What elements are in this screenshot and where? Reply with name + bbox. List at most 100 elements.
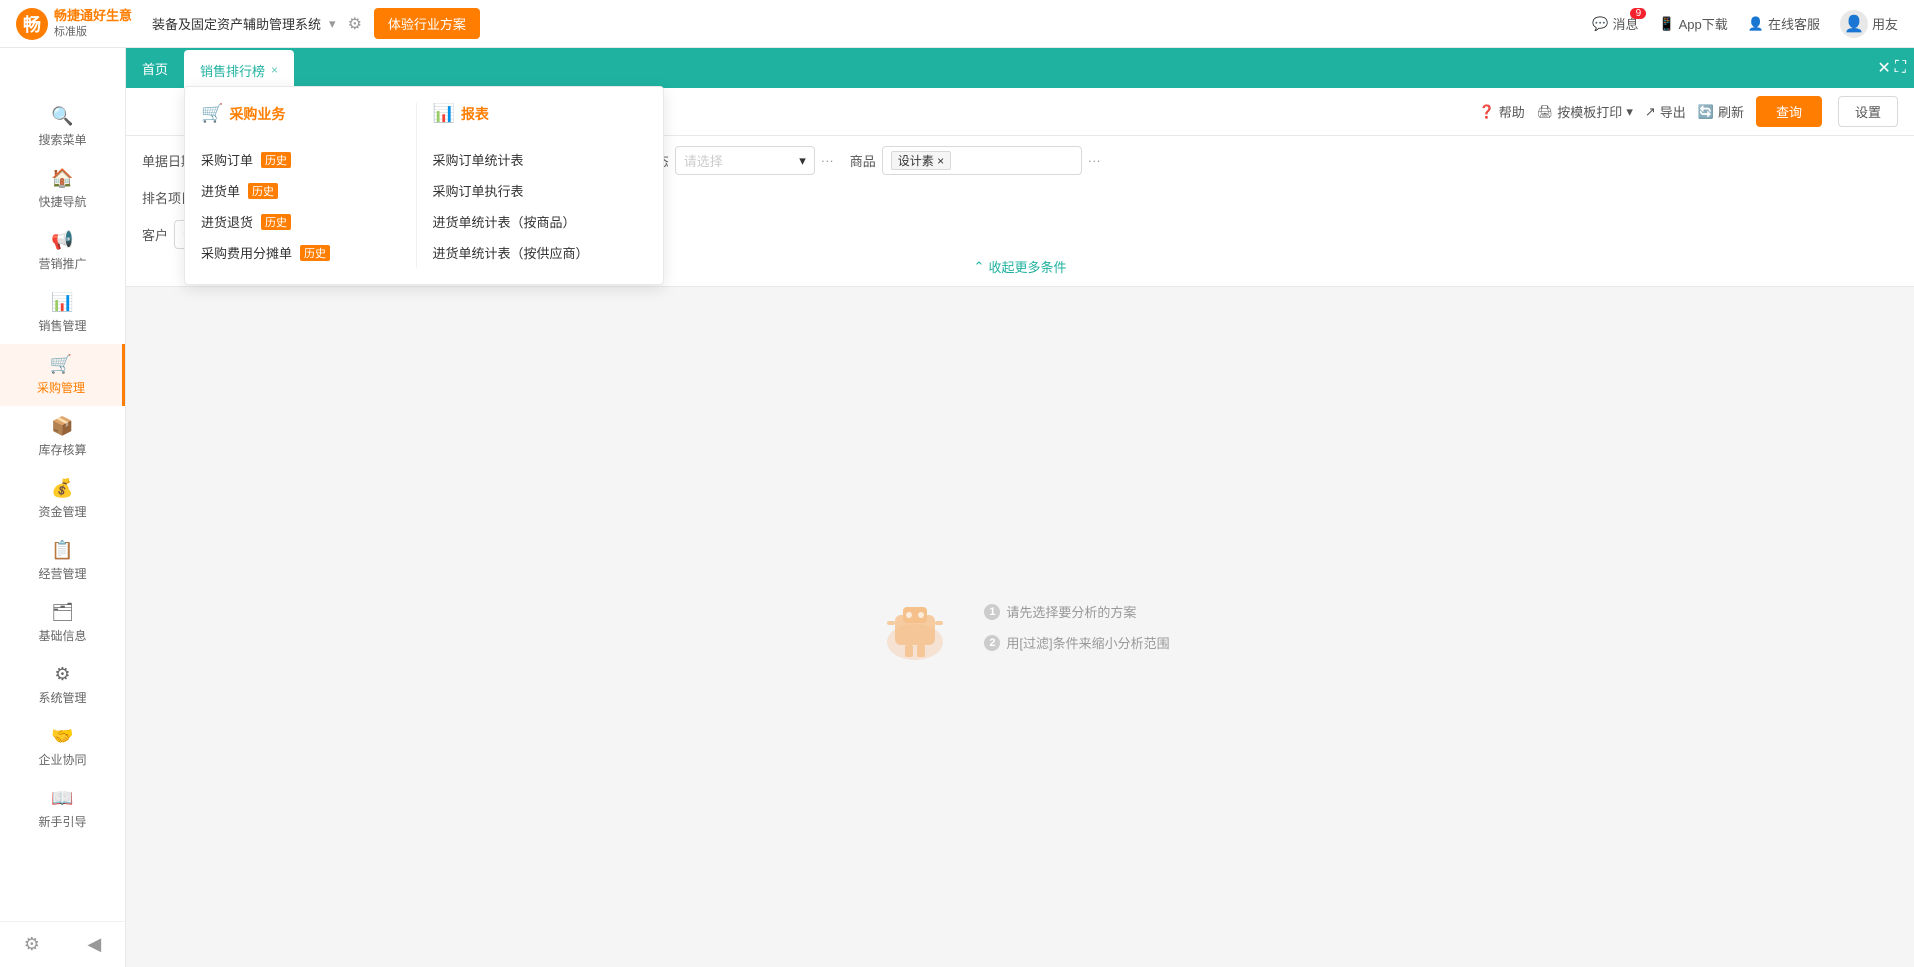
filter-goods: 商品 设计素 × ··· [850, 146, 1101, 175]
sidebar-item-purchase[interactable]: 🛒 采购管理 [0, 344, 125, 406]
tab-bar-right: ✕ ⛶ [1877, 58, 1914, 78]
app-download-item[interactable]: 📱 App下载 [1658, 14, 1727, 33]
sidebar-item-guide[interactable]: 📖 新手引导 [0, 778, 125, 840]
empty-hint-1: 1 请先选择要分析的方案 [984, 602, 1169, 621]
query-button[interactable]: 查询 [1756, 96, 1822, 127]
sidebar-item-inventory[interactable]: 📦 库存核算 [0, 406, 125, 468]
sales-icon: 📊 [51, 292, 73, 313]
system-dropdown-arrow[interactable]: ▾ [329, 16, 336, 32]
status-more-dots[interactable]: ··· [821, 153, 834, 168]
help-icon: ❓ [1479, 104, 1495, 120]
refresh-action[interactable]: 🔄 刷新 [1698, 102, 1744, 121]
logo-icon: 畅 [16, 8, 48, 40]
content-header-right: ❓ 帮助 🖨 按模板打印 ▾ ↗ 导出 🔄 刷新 [1479, 96, 1898, 127]
sidebar-item-marketing[interactable]: 📢 营销推广 [0, 220, 125, 282]
menu-item-order-exec[interactable]: 采购订单执行表 [433, 175, 648, 206]
print-action[interactable]: 🖨 按模板打印 ▾ [1537, 102, 1633, 121]
refresh-icon: 🔄 [1698, 104, 1714, 120]
settings-icon[interactable]: ⚙ [348, 14, 362, 34]
menu-item-order-stats[interactable]: 采购订单统计表 [433, 144, 648, 175]
status-dropdown-icon: ▾ [799, 153, 806, 169]
print-icon: 🖨 [1537, 104, 1554, 120]
tab-close-all-icon[interactable]: ✕ [1877, 58, 1890, 78]
content-area: 首页 销售排行榜 × 🛒 采购业务 [126, 48, 1914, 967]
empty-robot-icon [870, 582, 960, 672]
system-title: 装备及固定资产辅助管理系统 [152, 14, 321, 33]
customer-label: 客户 [142, 225, 168, 244]
top-bar: 畅 畅捷通好生意 标准版 装备及固定资产辅助管理系统 ▾ ⚙ 体验行业方案 💬 … [0, 0, 1914, 48]
menu-item-incoming-goods[interactable]: 进货单统计表（按商品） [433, 206, 648, 237]
purchase-icon: 🛒 [50, 354, 72, 375]
guide-icon: 📖 [51, 788, 73, 809]
service-icon: 👤 [1748, 16, 1764, 32]
sidebar-settings-icon[interactable]: ⚙ [24, 934, 40, 955]
online-service-item[interactable]: 👤 在线客服 [1748, 14, 1820, 33]
export-action[interactable]: ↗ 导出 [1645, 102, 1686, 121]
sidebar-header [0, 48, 125, 96]
trial-button[interactable]: 体验行业方案 [374, 8, 480, 39]
badge-incoming: 历史 [248, 183, 278, 199]
col1-title: 🛒 采购业务 [201, 103, 416, 132]
sidebar-item-sales[interactable]: 📊 销售管理 [0, 282, 125, 344]
sidebar-item-operation[interactable]: 📋 经营管理 [0, 530, 125, 592]
collapse-arrow-icon: ⌃ [974, 259, 985, 275]
goods-label: 商品 [850, 151, 876, 170]
badge-return: 历史 [261, 214, 291, 230]
top-right: 💬 消息 9 📱 App下载 👤 在线客服 👤 用友 [1592, 10, 1898, 38]
tab-container-sales: 销售排行榜 × 🛒 采购业务 采购订单 历史 [184, 48, 294, 90]
app-container: 畅 畅捷通好生意 标准版 装备及固定资产辅助管理系统 ▾ ⚙ 体验行业方案 💬 … [0, 0, 1914, 967]
sidebar-item-finance[interactable]: 💰 资金管理 [0, 468, 125, 530]
menu-item-return[interactable]: 进货退货 历史 [201, 206, 416, 237]
goods-more-dots[interactable]: ··· [1088, 153, 1101, 168]
purchase-dropdown-menu: 🛒 采购业务 采购订单 历史 进货单 历史 [184, 86, 664, 285]
collapse-button[interactable]: ⌃ 收起更多条件 [974, 257, 1067, 276]
sidebar-item-basic[interactable]: 🗂 基础信息 [0, 592, 125, 654]
report-col-icon: 📊 [433, 103, 455, 124]
goods-input[interactable]: 设计素 × [882, 146, 1082, 175]
badge-expense: 历史 [300, 245, 330, 261]
inventory-icon: 📦 [51, 416, 73, 437]
purchase-business-col: 🛒 采购业务 采购订单 历史 进货单 历史 [201, 103, 416, 268]
menu-item-expense[interactable]: 采购费用分摊单 历史 [201, 237, 416, 268]
app-icon: 📱 [1658, 16, 1674, 32]
logo-text: 畅捷通好生意 标准版 [54, 8, 132, 39]
export-icon: ↗ [1645, 104, 1656, 120]
sidebar: 🔍 搜索菜单 🏠 快捷导航 📢 营销推广 📊 销售管理 🛒 采购管理 📦 [0, 48, 126, 967]
status-select[interactable]: 请选择 ▾ [675, 146, 815, 175]
menu-item-incoming[interactable]: 进货单 历史 [201, 175, 416, 206]
tab-expand-icon[interactable]: ⛶ [1895, 59, 1906, 77]
user-item[interactable]: 👤 用友 [1840, 10, 1898, 38]
message-badge: 9 [1630, 8, 1646, 19]
help-action[interactable]: ❓ 帮助 [1479, 102, 1525, 121]
user-avatar: 👤 [1840, 10, 1868, 38]
enterprise-icon: 🤝 [51, 726, 73, 747]
menu-item-incoming-supplier[interactable]: 进货单统计表（按供应商） [433, 237, 648, 268]
sidebar-item-quick-nav[interactable]: 🏠 快捷导航 [0, 158, 125, 220]
report-col: 📊 报表 采购订单统计表 采购订单执行表 进货单统计表（按商品） [416, 103, 648, 268]
basic-icon: 🗂 [51, 602, 74, 623]
print-dropdown-icon[interactable]: ▾ [1626, 104, 1633, 120]
sidebar-item-enterprise[interactable]: 🤝 企业协同 [0, 716, 125, 778]
operation-icon: 📋 [51, 540, 73, 561]
message-item[interactable]: 💬 消息 9 [1592, 14, 1638, 33]
finance-icon: 💰 [51, 478, 73, 499]
tab-sales-ranking[interactable]: 销售排行榜 × [184, 50, 294, 90]
badge-purchase-order: 历史 [261, 152, 291, 168]
sidebar-item-system[interactable]: ⚙ 系统管理 [0, 654, 125, 716]
tab-home[interactable]: 首页 [126, 48, 184, 88]
goods-tag[interactable]: 设计素 × [891, 151, 951, 170]
col2-title: 📊 报表 [433, 103, 648, 132]
system-icon: ⚙ [54, 664, 70, 685]
home-icon: 🏠 [51, 168, 73, 189]
main-area: 🔍 搜索菜单 🏠 快捷导航 📢 营销推广 📊 销售管理 🛒 采购管理 📦 [0, 48, 1914, 967]
tab-bar: 首页 销售排行榜 × 🛒 采购业务 [126, 48, 1914, 88]
sidebar-item-search[interactable]: 🔍 搜索菜单 [0, 96, 125, 158]
menu-item-purchase-order[interactable]: 采购订单 历史 [201, 144, 416, 175]
empty-hint-2: 2 用[过滤]条件来缩小分析范围 [984, 633, 1169, 652]
settings-action-button[interactable]: 设置 [1838, 96, 1898, 127]
main-content: 1 请先选择要分析的方案 2 用[过滤]条件来缩小分析范围 [126, 287, 1914, 967]
tab-close-icon[interactable]: × [271, 63, 278, 77]
sidebar-bottom: ⚙ ◀ [0, 921, 125, 967]
sidebar-collapse-icon[interactable]: ◀ [87, 934, 101, 955]
marketing-icon: 📢 [51, 230, 73, 251]
